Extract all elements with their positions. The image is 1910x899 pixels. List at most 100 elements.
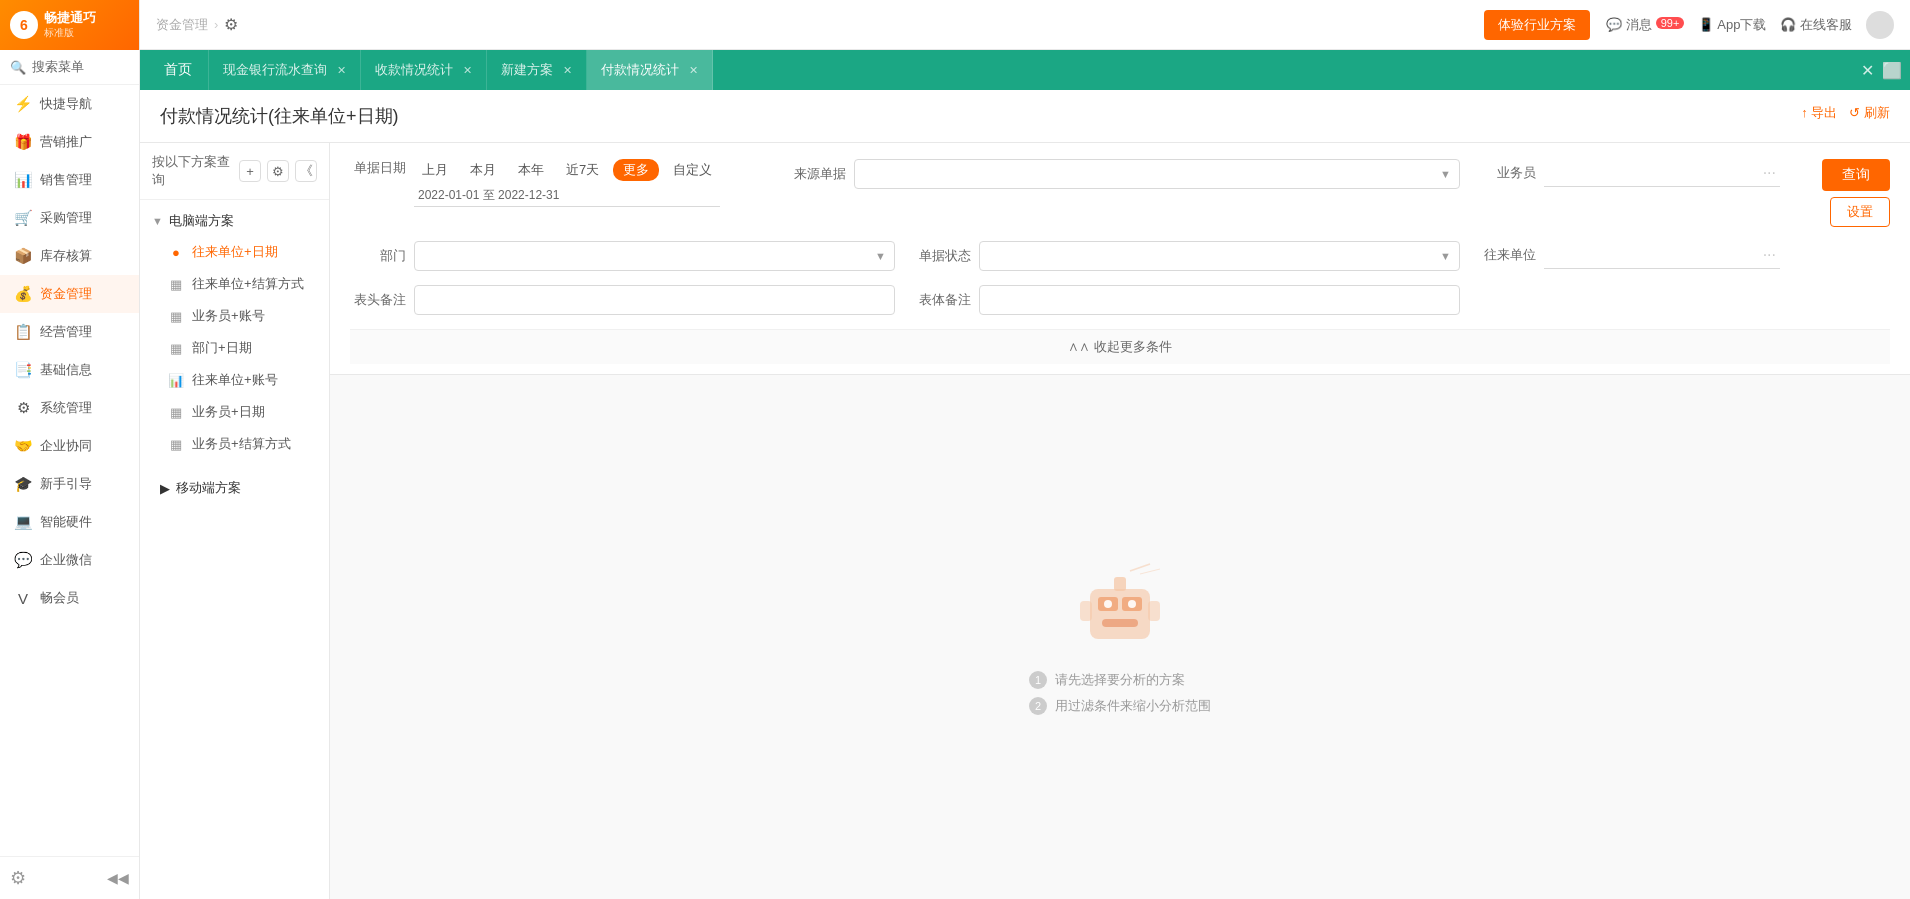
refresh-btn[interactable]: ↺ 刷新 (1849, 104, 1890, 122)
scheme-item-partner-settlement[interactable]: ▦ 往来单位+结算方式 (140, 268, 329, 300)
step-1-num: 1 (1029, 671, 1047, 689)
messages-label: 消息 (1626, 17, 1652, 32)
date-range-display[interactable]: 2022-01-01 至 2022-12-31 (414, 185, 720, 207)
tab-new-scheme-close[interactable]: ✕ (563, 64, 572, 77)
search-menu[interactable]: 🔍 搜索菜单 (0, 50, 139, 85)
tabs-bar: 首页 现金银行流水查询 ✕ 收款情况统计 ✕ 新建方案 ✕ 付款情况统计 ✕ ✕… (140, 50, 1910, 90)
scheme-group-desktop-title[interactable]: ▼ 电脑端方案 (140, 206, 329, 236)
query-btn[interactable]: 查询 (1822, 159, 1890, 191)
sidebar-item-quick-nav[interactable]: ⚡快捷导航 (0, 85, 139, 123)
empty-step-2: 2 用过滤条件来缩小分析范围 (1029, 697, 1211, 715)
sidebar-item-system[interactable]: ⚙系统管理 (0, 389, 139, 427)
tab-receivable-close[interactable]: ✕ (463, 64, 472, 77)
search-menu-label: 搜索菜单 (32, 58, 84, 76)
scheme-item-dept-date[interactable]: ▦ 部门+日期 (140, 332, 329, 364)
settings-btn[interactable]: 设置 (1830, 197, 1890, 227)
messages-btn[interactable]: 💬 消息 99+ (1606, 16, 1684, 34)
empty-icon (1070, 559, 1170, 659)
sidebar-item-enterprise[interactable]: 🤝 企业协同 (0, 427, 139, 465)
export-btn[interactable]: ↑ 导出 (1801, 104, 1837, 122)
sidebar-label-purchase: 采购管理 (40, 209, 92, 227)
partner-dots-btn[interactable]: ··· (1759, 246, 1780, 264)
scheme-item-staff-account[interactable]: ▦ 业务员+账号 (140, 300, 329, 332)
filter-row-3: 表头备注 表体备注 (350, 285, 1890, 315)
scheme-item-partner-date[interactable]: ● 往来单位+日期 (140, 236, 329, 268)
collapse-more-btn[interactable]: ∧∧ 收起更多条件 (350, 329, 1890, 364)
shortcut-last7[interactable]: 近7天 (558, 159, 607, 181)
sidebar-label-operations: 经营管理 (40, 323, 92, 341)
close-window-btn[interactable]: ✕ (1861, 61, 1874, 80)
scheme-collapse-btn[interactable]: 《 (295, 160, 317, 182)
scheme-panel: 按以下方案查询 + ⚙ 《 ▼ 电脑端方案 ● 往来单位+日期 (140, 143, 330, 899)
user-avatar[interactable] (1866, 11, 1894, 39)
online-service-btn[interactable]: 🎧 在线客服 (1780, 16, 1852, 34)
staff-account-icon: ▦ (168, 308, 184, 324)
sidebar-item-purchase[interactable]: 🛒采购管理 (0, 199, 139, 237)
partner-settlement-icon: ▦ (168, 276, 184, 292)
sidebar-label-sales: 销售管理 (40, 171, 92, 189)
sidebar-item-basic-info[interactable]: 📑基础信息 (0, 351, 139, 389)
staff-dots-btn[interactable]: ··· (1759, 164, 1780, 182)
settings-icon[interactable]: ⚙ (10, 867, 26, 889)
sidebar-item-operations[interactable]: 📋经营管理 (0, 313, 139, 351)
sidebar-icon-sales: 📊 (14, 171, 32, 189)
source-doc-select[interactable]: ▼ (854, 159, 1460, 189)
source-doc-arrow: ▼ (1440, 168, 1451, 180)
sidebar-icon-enterprise: 🤝 (14, 437, 32, 455)
sidebar-item-guide[interactable]: 🎓新手引导 (0, 465, 139, 503)
svg-rect-6 (1114, 577, 1126, 591)
step-1-text: 请先选择要分析的方案 (1055, 671, 1185, 689)
industry-btn[interactable]: 体验行业方案 (1484, 10, 1590, 40)
shortcut-this-year[interactable]: 本年 (510, 159, 552, 181)
sidebar-item-sales[interactable]: 📊 销售管理 (0, 161, 139, 199)
tab-payment-stats[interactable]: 付款情况统计 ✕ (587, 50, 713, 90)
svg-point-4 (1104, 600, 1112, 608)
shortcut-more[interactable]: 更多 (613, 159, 659, 181)
page-title: 付款情况统计(往来单位+日期) (160, 104, 399, 142)
tab-cash-flow[interactable]: 现金银行流水查询 ✕ (209, 50, 361, 90)
tab-new-scheme[interactable]: 新建方案 ✕ (487, 50, 587, 90)
scheme-group-mobile-title[interactable]: ▶ 移动端方案 (140, 472, 329, 504)
sidebar-item-capital[interactable]: 💰资金管理 (0, 275, 139, 313)
doc-status-select[interactable]: ▼ (979, 241, 1460, 271)
dept-label: 部门 (350, 247, 406, 265)
header-note-input[interactable] (414, 285, 895, 315)
sidebar-icon-guide: 🎓 (14, 475, 32, 493)
filter-row-1: 单据日期 上月 本月 本年 近7天 更多 自定义 20 (350, 159, 1890, 227)
shortcut-this-month[interactable]: 本月 (462, 159, 504, 181)
app-download-btn[interactable]: 📱 App下载 (1698, 16, 1766, 34)
sidebar-item-wechat[interactable]: 💬企业微信 (0, 541, 139, 579)
collapse-icon[interactable]: ◀◀ (107, 870, 129, 886)
header-note-label: 表头备注 (350, 291, 406, 309)
sidebar-label-enterprise: 企业协同 (40, 437, 92, 455)
tab-home[interactable]: 首页 (148, 50, 209, 90)
step-2-num: 2 (1029, 697, 1047, 715)
tab-receivable[interactable]: 收款情况统计 ✕ (361, 50, 487, 90)
sidebar-label-wechat: 企业微信 (40, 551, 92, 569)
dept-arrow: ▼ (875, 250, 886, 262)
add-scheme-btn[interactable]: + (239, 160, 261, 182)
shortcut-custom[interactable]: 自定义 (665, 159, 720, 181)
sidebar-item-inventory[interactable]: 📦库存核算 (0, 237, 139, 275)
sidebar-item-marketing[interactable]: 🎁营销推广 (0, 123, 139, 161)
topbar-settings-icon[interactable]: ⚙ (224, 15, 238, 34)
body-note-input[interactable] (979, 285, 1460, 315)
maximize-btn[interactable]: ⬜ (1882, 61, 1902, 80)
sidebar-item-hardware[interactable]: 💻智能硬件 (0, 503, 139, 541)
svg-line-10 (1140, 569, 1160, 574)
dept-select[interactable]: ▼ (414, 241, 895, 271)
scheme-settings-btn[interactable]: ⚙ (267, 160, 289, 182)
sidebar-item-member[interactable]: V畅会员 (0, 579, 139, 617)
scheme-item-partner-account[interactable]: 📊 往来单位+账号 (140, 364, 329, 396)
tab-payment-stats-close[interactable]: ✕ (689, 64, 698, 77)
staff-label: 业务员 (1480, 164, 1536, 182)
scheme-item-staff-settlement[interactable]: ▦ 业务员+结算方式 (140, 428, 329, 460)
scheme-item-staff-date[interactable]: ▦ 业务员+日期 (140, 396, 329, 428)
doc-status-arrow: ▼ (1440, 250, 1451, 262)
sidebar-header: 6 畅捷通巧 标准版 (0, 0, 139, 50)
sidebar-nav: ⚡快捷导航🎁营销推广 📊 销售管理 🛒采购管理📦库存核算💰资金管理📋经营管理📑基础信息… (0, 85, 139, 856)
staff-settlement-label: 业务员+结算方式 (192, 435, 291, 453)
shortcut-last-month[interactable]: 上月 (414, 159, 456, 181)
tab-cash-flow-close[interactable]: ✕ (337, 64, 346, 77)
results-area: 1 请先选择要分析的方案 2 用过滤条件来缩小分析范围 (330, 375, 1910, 899)
